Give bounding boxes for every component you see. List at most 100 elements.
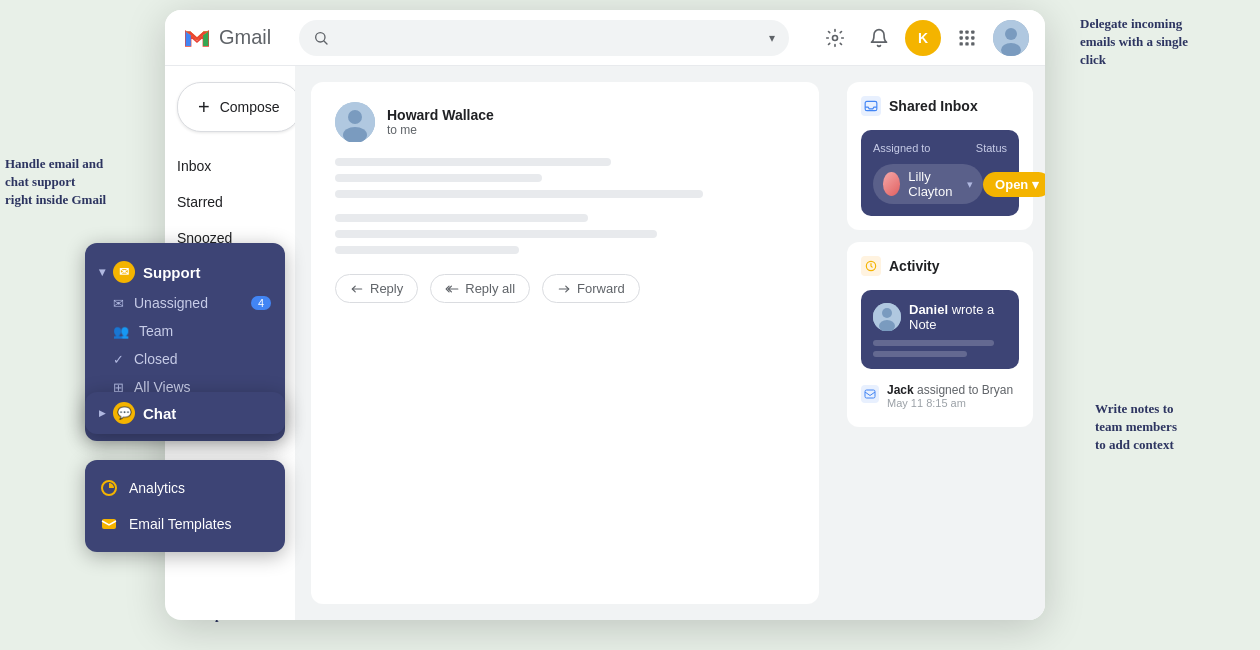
sender-to: to me [387, 123, 795, 137]
support-unassigned-item[interactable]: ✉ Unassigned 4 [85, 289, 285, 317]
status-text: Open [995, 177, 1028, 192]
analytics-label: Analytics [129, 480, 185, 496]
notifications-button[interactable] [861, 20, 897, 56]
compose-button[interactable]: + Compose [177, 82, 301, 132]
right-panel: Shared Inbox Assigned to Status Lilly Cl… [835, 66, 1045, 620]
forward-icon [557, 282, 571, 296]
status-button[interactable]: Open ▾ [983, 172, 1045, 197]
grid-icon [957, 28, 977, 48]
settings-icon [825, 28, 845, 48]
activity-title: Activity [889, 258, 940, 274]
gmail-title: Gmail [219, 26, 271, 49]
chat-icon: 💬 [113, 402, 135, 424]
email-line-6 [335, 246, 519, 254]
sidebar-starred[interactable]: Starred [165, 184, 287, 220]
activity-icon [861, 256, 881, 276]
unassigned-label: Unassigned [134, 295, 208, 311]
note-line-2 [873, 351, 967, 357]
assign-labels: Assigned to Status [873, 142, 1007, 154]
analytics-panel: Analytics Email Templates [85, 460, 285, 552]
svg-rect-9 [971, 30, 974, 33]
support-label: Support [143, 264, 201, 281]
sender-avatar-icon [335, 102, 375, 142]
email-line-5 [335, 230, 657, 238]
support-closed-item[interactable]: ✓ Closed [85, 345, 285, 373]
shared-inbox-icon [861, 96, 881, 116]
assign-person-row: Lilly Clayton ▾ Open ▾ [873, 164, 1007, 204]
svg-rect-11 [965, 36, 968, 39]
note-card: Daniel wrote a Note [861, 290, 1019, 369]
apps-button[interactable] [949, 20, 985, 56]
note-text: Daniel wrote a Note [909, 302, 1007, 332]
note-avatar-icon [873, 303, 901, 331]
svg-rect-8 [965, 30, 968, 33]
search-chevron-icon: ▾ [769, 31, 775, 45]
bell-icon [869, 28, 889, 48]
reply-icon [350, 282, 364, 296]
shared-inbox-title-row: Shared Inbox [861, 96, 1019, 116]
gmail-logo-icon [181, 22, 213, 54]
chat-chevron-icon: ▸ [99, 406, 105, 420]
reply-all-button[interactable]: Reply all [430, 274, 530, 303]
sidebar-inbox[interactable]: Inbox [165, 148, 287, 184]
chat-section-header[interactable]: ▸ 💬 Chat [99, 402, 271, 424]
svg-rect-14 [965, 42, 968, 45]
svg-rect-10 [960, 36, 963, 39]
email-log-icon [864, 388, 876, 400]
reply-button[interactable]: Reply [335, 274, 418, 303]
svg-rect-1 [102, 519, 116, 529]
shared-inbox-title: Shared Inbox [889, 98, 978, 114]
gmail-header: Gmail ▾ K [165, 10, 1045, 66]
svg-point-6 [833, 35, 838, 40]
person-name: Lilly Clayton [908, 169, 959, 199]
analytics-icon [99, 478, 119, 498]
forward-button[interactable]: Forward [542, 274, 640, 303]
svg-point-20 [348, 110, 362, 124]
support-icon: ✉ [113, 261, 135, 283]
sender-name: Howard Wallace [387, 107, 795, 123]
email-templates-item[interactable]: Email Templates [85, 506, 285, 542]
sender-avatar [335, 102, 375, 142]
note-line-1 [873, 340, 994, 346]
svg-rect-27 [865, 390, 875, 398]
email-body-lines [335, 158, 795, 254]
support-section-header[interactable]: ▾ ✉ Support [85, 255, 285, 289]
email-templates-icon [99, 514, 119, 534]
svg-point-25 [882, 308, 892, 318]
email-line-3 [335, 190, 703, 198]
note-author-avatar [873, 303, 901, 331]
svg-rect-12 [971, 36, 974, 39]
svg-rect-15 [971, 42, 974, 45]
main-content: Howard Wallace to me [295, 66, 1045, 620]
search-input[interactable] [337, 30, 769, 46]
compose-label: Compose [220, 99, 280, 115]
unassigned-badge: 4 [251, 296, 271, 310]
activity-title-row: Activity [861, 256, 1019, 276]
email-card: Howard Wallace to me [311, 82, 819, 604]
chat-label: Chat [143, 405, 176, 422]
profile-photo[interactable] [993, 20, 1029, 56]
analytics-item[interactable]: Analytics [85, 470, 285, 506]
forward-label: Forward [577, 281, 625, 296]
email-line-2 [335, 174, 542, 182]
search-icon [313, 30, 329, 46]
unassigned-icon: ✉ [113, 296, 124, 311]
person-selector[interactable]: Lilly Clayton ▾ [873, 164, 983, 204]
profile-avatar-icon [993, 20, 1029, 56]
support-team-item[interactable]: 👥 Team [85, 317, 285, 345]
support-chevron-icon: ▾ [99, 265, 105, 279]
assigned-to-label: Assigned to [873, 142, 930, 154]
inbox-icon [864, 99, 878, 113]
person-avatar [883, 172, 900, 196]
assign-row: Assigned to Status Lilly Clayton ▾ Open [861, 130, 1019, 216]
chat-panel: ▸ 💬 Chat [85, 392, 285, 434]
activity-bell-icon [864, 259, 878, 273]
activity-log-description: Jack assigned to Bryan [887, 383, 1013, 397]
email-sender-row: Howard Wallace to me [335, 102, 795, 142]
person-chevron-icon: ▾ [967, 178, 973, 191]
svg-rect-7 [960, 30, 963, 33]
settings-button[interactable] [817, 20, 853, 56]
user-avatar-k[interactable]: K [905, 20, 941, 56]
activity-card: Activity Daniel wrote a Note [847, 242, 1033, 427]
search-bar[interactable]: ▾ [299, 20, 789, 56]
